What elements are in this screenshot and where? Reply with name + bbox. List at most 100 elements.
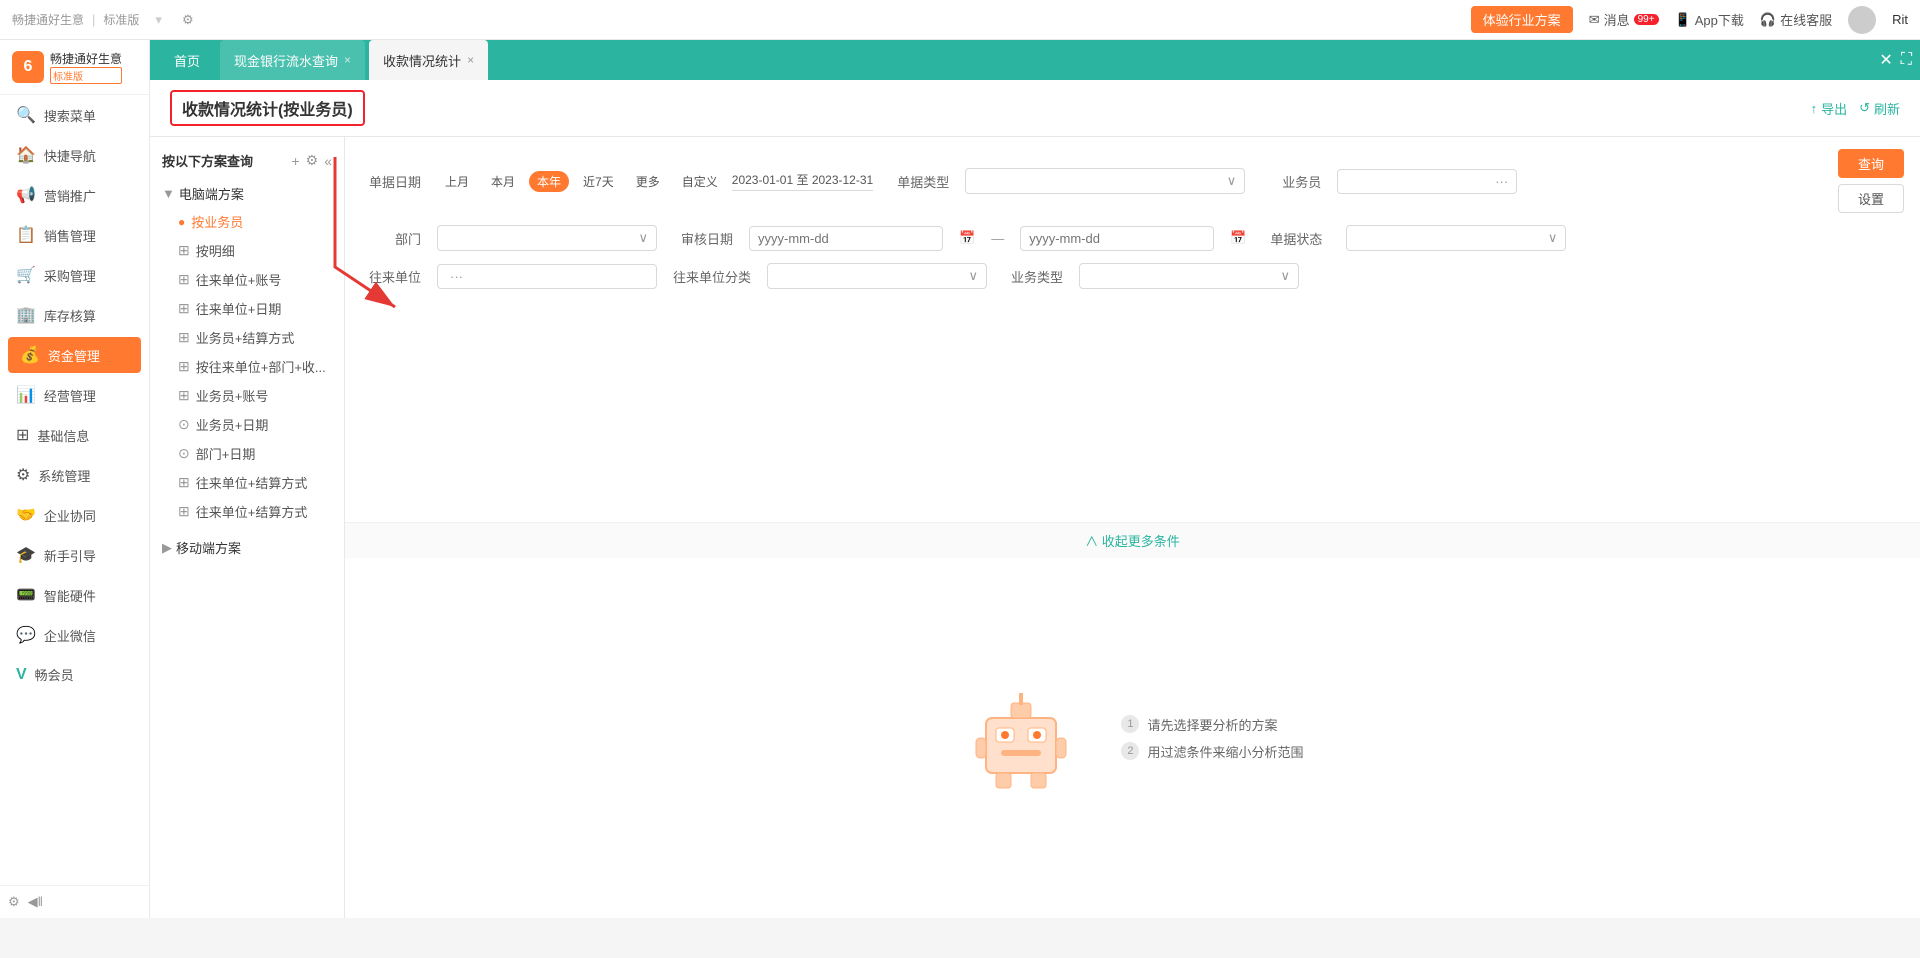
date-tab-7days[interactable]: 近7天: [575, 171, 622, 192]
calendar-start-icon[interactable]: 📅: [959, 230, 975, 246]
query-button[interactable]: 查询: [1838, 149, 1904, 178]
sidebar-settings-icon[interactable]: ⚙: [8, 894, 20, 910]
user-avatar[interactable]: [1848, 6, 1876, 34]
sidebar-item-label: 企业协同: [44, 506, 96, 525]
scheme-item-0[interactable]: ● 按业务员: [150, 207, 344, 236]
scheme-item-10[interactable]: ⊞ 往来单位+结算方式: [150, 497, 344, 526]
sidebar-item-label: 资金管理: [48, 346, 100, 365]
sidebar-item-sales[interactable]: 📋 销售管理: [0, 215, 149, 255]
setting-button[interactable]: 设置: [1838, 184, 1904, 213]
sidebar-item-finance[interactable]: 💰 资金管理: [8, 337, 141, 373]
sidebar-item-nav[interactable]: 🏠 快捷导航: [0, 135, 149, 175]
user-name: Rit: [1892, 12, 1908, 27]
scheme-panel-icons: + ⚙ «: [291, 152, 332, 169]
app-download-button[interactable]: 📱 App下载: [1675, 10, 1744, 29]
voucher-type-select[interactable]: ∨: [965, 168, 1245, 194]
date-tab-this-year[interactable]: 本年: [529, 171, 569, 192]
counterparty-type-select[interactable]: ∨: [767, 263, 987, 289]
sidebar-item-basic-info[interactable]: ⊞ 基础信息: [0, 415, 149, 455]
system-icon: ⚙: [16, 465, 30, 485]
date-tab-more[interactable]: 更多: [628, 171, 668, 192]
page-header: 收款情况统计(按业务员) ↑ 导出 ↺ 刷新: [150, 80, 1920, 137]
collapse-bar[interactable]: ∧ 收起更多条件: [345, 522, 1920, 558]
calendar-end-icon[interactable]: 📅: [1230, 230, 1246, 246]
download-icon: 📱: [1675, 12, 1691, 28]
select-arrow-icon: ∨: [1227, 173, 1237, 189]
scheme-item-label: 部门+日期: [196, 444, 256, 463]
sidebar-item-label: 营销推广: [44, 186, 96, 205]
message-button[interactable]: ✉ 消息 99+: [1589, 10, 1659, 29]
tab-receivable-label: 收款情况统计: [383, 51, 461, 70]
sidebar-item-label: 基础信息: [37, 426, 89, 445]
counterparty-select[interactable]: ···: [437, 264, 657, 289]
scheme-collapse-icon[interactable]: «: [324, 153, 332, 169]
refresh-icon: ↺: [1859, 100, 1870, 116]
scheme-item-label: 业务员+结算方式: [196, 328, 295, 347]
empty-illustration: [961, 678, 1081, 798]
scheme-item-1[interactable]: ⊞ 按明细: [150, 236, 344, 265]
dept-select[interactable]: ∨: [437, 225, 657, 251]
tab-close-all-button[interactable]: ✕: [1879, 50, 1892, 70]
scheme-add-icon[interactable]: +: [291, 153, 299, 169]
scheme-item-8[interactable]: ⊙ 部门+日期: [150, 439, 344, 468]
salesman-select[interactable]: ···: [1337, 169, 1517, 194]
tab-home[interactable]: 首页: [158, 40, 216, 80]
sidebar-item-system[interactable]: ⚙ 系统管理: [0, 455, 149, 495]
scheme-group-desktop-header[interactable]: ▼ 电脑端方案: [150, 180, 344, 207]
sidebar-item-label: 系统管理: [38, 466, 90, 485]
sidebar-item-label: 快捷导航: [44, 146, 96, 165]
scheme-item-label: 按往来单位+部门+收...: [196, 357, 326, 376]
export-button[interactable]: ↑ 导出: [1811, 99, 1848, 118]
scheme-icon-6: ⊞: [178, 387, 190, 404]
sidebar-item-member[interactable]: V 畅会员: [0, 655, 149, 694]
refresh-button[interactable]: ↺ 刷新: [1859, 99, 1900, 118]
sidebar-item-collaboration[interactable]: 🤝 企业协同: [0, 495, 149, 535]
trial-button[interactable]: 体验行业方案: [1471, 6, 1573, 33]
date-range-display: 2023-01-01 至 2023-12-31: [732, 171, 873, 191]
tab-maximize-button[interactable]: ⛶: [1901, 51, 1912, 69]
page-body: 按以下方案查询 + ⚙ « ▼ 电脑端方案 ●: [150, 137, 1920, 918]
date-tab-last-month[interactable]: 上月: [437, 171, 477, 192]
sidebar-item-wechat[interactable]: 💬 企业微信: [0, 615, 149, 655]
scheme-item-5[interactable]: ⊞ 按往来单位+部门+收...: [150, 352, 344, 381]
sidebar-item-search[interactable]: 🔍 搜索菜单: [0, 95, 149, 135]
sidebar-nav: 🔍 搜索菜单 🏠 快捷导航 📢 营销推广 📋 销售管理 🛒 采购管理 🏢: [0, 95, 149, 885]
sidebar-item-marketing[interactable]: 📢 营销推广: [0, 175, 149, 215]
tab-receivable[interactable]: 收款情况统计 ×: [369, 40, 488, 80]
finance-icon: 💰: [20, 345, 40, 365]
sidebar-item-guide[interactable]: 🎓 新手引导: [0, 535, 149, 575]
scheme-icon-8: ⊙: [178, 445, 190, 462]
scheme-item-4[interactable]: ⊞ 业务员+结算方式: [150, 323, 344, 352]
tab-receivable-close[interactable]: ×: [467, 53, 474, 67]
scheme-item-7[interactable]: ⊙ 业务员+日期: [150, 410, 344, 439]
scheme-item-label: 往来单位+账号: [196, 270, 282, 289]
sidebar-item-label: 智能硬件: [44, 586, 96, 605]
scheme-item-6[interactable]: ⊞ 业务员+账号: [150, 381, 344, 410]
scheme-item-9[interactable]: ⊞ 往来单位+结算方式: [150, 468, 344, 497]
tab-cashflow[interactable]: 现金银行流水查询 ×: [220, 40, 365, 80]
sidebar-item-hardware[interactable]: 📟 智能硬件: [0, 575, 149, 615]
sidebar-item-purchase[interactable]: 🛒 采购管理: [0, 255, 149, 295]
date-tabs: 上月 本月 本年 近7天 更多 自定义 2023-01-01 至 2023-12…: [437, 171, 873, 192]
header-settings-icon[interactable]: ⚙: [182, 12, 194, 28]
bt-arrow-icon: ∨: [1281, 268, 1291, 284]
scheme-settings-icon[interactable]: ⚙: [306, 152, 319, 169]
sidebar-item-inventory[interactable]: 🏢 库存核算: [0, 295, 149, 335]
voucher-status-select[interactable]: ∨: [1346, 225, 1566, 251]
online-service-button[interactable]: 🎧 在线客服: [1760, 10, 1832, 29]
tab-bar: 首页 现金银行流水查询 × 收款情况统计 × ✕ ⛶: [150, 40, 1920, 80]
review-date-start[interactable]: [749, 226, 943, 251]
business-type-select[interactable]: ∨: [1079, 263, 1299, 289]
empty-state: 1 请先选择要分析的方案 2 用过滤条件来缩小分析范围: [345, 558, 1920, 919]
scheme-item-3[interactable]: ⊞ 往来单位+日期: [150, 294, 344, 323]
scheme-item-label: 业务员+日期: [196, 415, 269, 434]
scheme-group-mobile-header[interactable]: ▶ 移动端方案: [150, 534, 344, 561]
date-tab-this-month[interactable]: 本月: [483, 171, 523, 192]
date-tab-custom[interactable]: 自定义: [674, 171, 726, 192]
tab-cashflow-close[interactable]: ×: [344, 53, 351, 67]
review-date-end[interactable]: [1020, 226, 1214, 251]
sidebar-item-management[interactable]: 📊 经营管理: [0, 375, 149, 415]
scheme-item-2[interactable]: ⊞ 往来单位+账号: [150, 265, 344, 294]
sidebar-collapse-icon[interactable]: ◀‖: [28, 894, 43, 910]
scheme-item-label: 业务员+账号: [196, 386, 269, 405]
